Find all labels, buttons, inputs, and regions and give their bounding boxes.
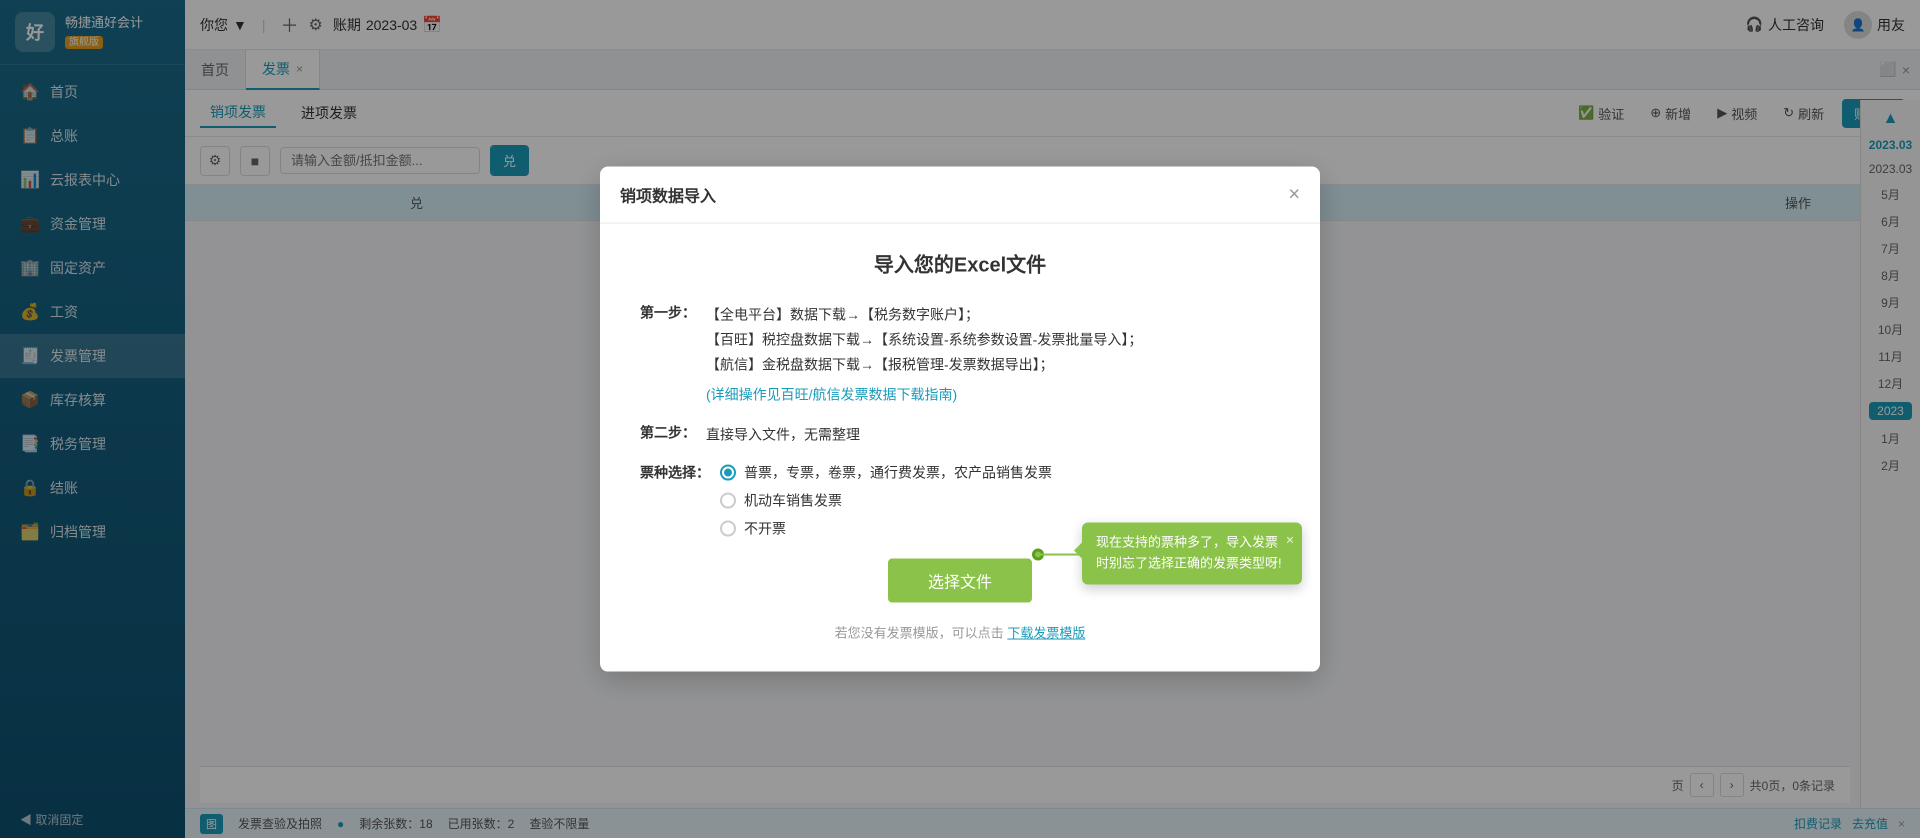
tooltip-line <box>1040 553 1080 555</box>
download-hint-text: 若您没有发票模版，可以点击 <box>835 625 1004 640</box>
ticket-label: 票种选择： <box>640 462 710 482</box>
radio-none[interactable]: 不开票 <box>720 518 1052 538</box>
radio-general[interactable]: 普票，专票，卷票，通行费发票，农产品销售发票 <box>720 462 1052 482</box>
step1-line-2: 【百旺】税控盘数据下载→【系统设置-系统参数设置-发票批量导入】； <box>706 328 1142 353</box>
radio-none-label: 不开票 <box>744 518 786 538</box>
dialog-header: 销项数据导入 × <box>600 167 1320 224</box>
dialog-main-title: 导入您的Excel文件 <box>640 249 1280 278</box>
step1-row: 第一步： 【全电平台】数据下载→【税务数字账户】； 【百旺】税控盘数据下载→【系… <box>640 303 1280 408</box>
download-hint: 若您没有发票模版，可以点击 下载发票模版 <box>640 622 1280 641</box>
dialog-body: 导入您的Excel文件 第一步： 【全电平台】数据下载→【税务数字账户】； 【百… <box>600 224 1320 672</box>
radio-motor-btn[interactable] <box>720 492 736 508</box>
radio-none-btn[interactable] <box>720 520 736 536</box>
radio-motor-label: 机动车销售发票 <box>744 490 842 510</box>
import-dialog: 销项数据导入 × 导入您的Excel文件 第一步： 【全电平台】数据下载→【税务… <box>600 167 1320 672</box>
radio-general-btn[interactable] <box>720 464 736 480</box>
dialog-close-button[interactable]: × <box>1288 185 1300 205</box>
select-file-button[interactable]: 选择文件 <box>888 558 1032 602</box>
radio-group: 普票，专票，卷票，通行费发票，农产品销售发票 机动车销售发票 不开票 <box>720 462 1052 538</box>
ticket-selection-row: 票种选择： 普票，专票，卷票，通行费发票，农产品销售发票 机动车销售发票 不开票 <box>640 462 1280 538</box>
step1-label: 第一步： <box>640 303 696 323</box>
step1-content: 【全电平台】数据下载→【税务数字账户】； 【百旺】税控盘数据下载→【系统设置-系… <box>706 303 1142 408</box>
step1-guide-link[interactable]: (详细操作见百旺/航信发票数据下载指南) <box>706 386 957 402</box>
tooltip-bubble: × 现在支持的票种多了，导入发票时别忘了选择正确的发票类型呀! <box>1082 522 1302 584</box>
step1-line-3: 【航信】金税盘数据下载→【报税管理-发票数据导出】； <box>706 353 1142 378</box>
step2-text: 直接导入文件，无需整理 <box>706 426 860 442</box>
step2-row: 第二步： 直接导入文件，无需整理 <box>640 422 1280 447</box>
tooltip-text: 现在支持的票种多了，导入发票时别忘了选择正确的发票类型呀! <box>1096 534 1282 570</box>
step2-content: 直接导入文件，无需整理 <box>706 422 860 447</box>
radio-general-label: 普票，专票，卷票，通行费发票，农产品销售发票 <box>744 462 1052 482</box>
tooltip-close-button[interactable]: × <box>1286 528 1294 550</box>
step2-label: 第二步： <box>640 422 696 442</box>
download-template-link[interactable]: 下载发票模版 <box>1007 625 1085 640</box>
radio-motor[interactable]: 机动车销售发票 <box>720 490 1052 510</box>
dialog-title: 销项数据导入 <box>620 183 716 207</box>
step1-line-1: 【全电平台】数据下载→【税务数字账户】； <box>706 303 1142 328</box>
